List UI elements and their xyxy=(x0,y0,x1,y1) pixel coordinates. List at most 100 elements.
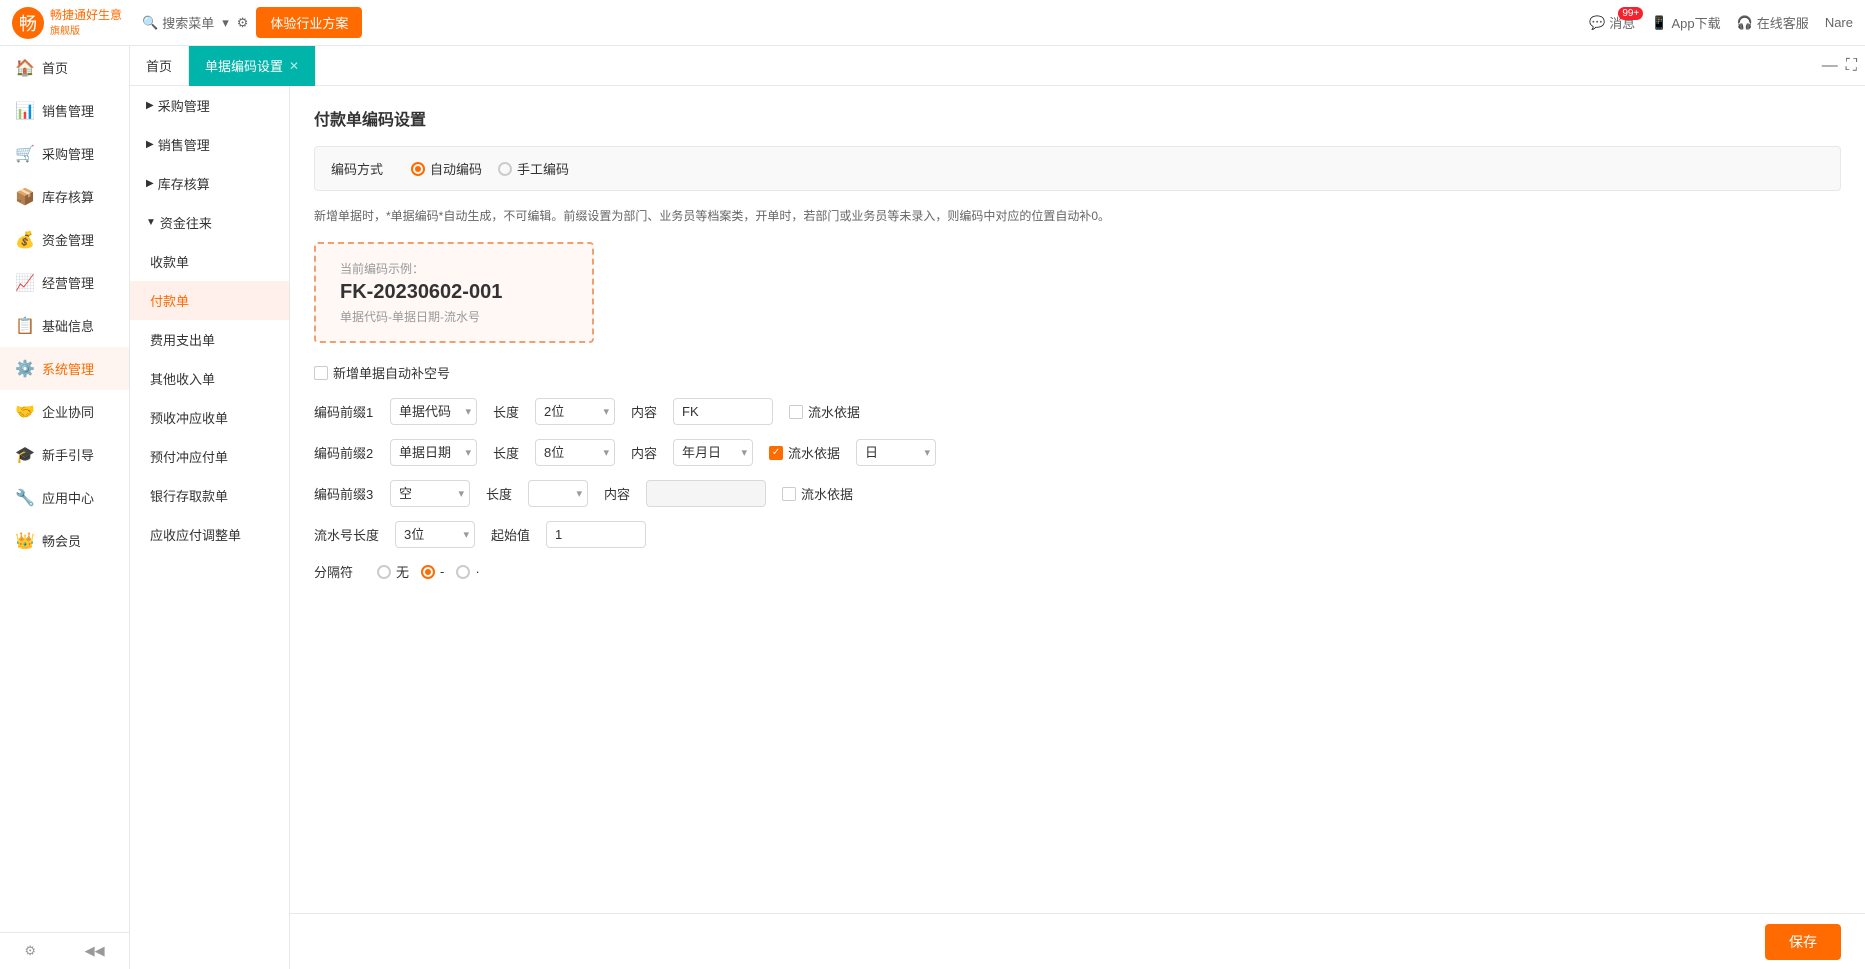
prefix1-select[interactable]: 单据代码 xyxy=(390,398,477,425)
sep-dash-radio[interactable]: - xyxy=(421,564,444,579)
gear-icon[interactable]: ⚙ xyxy=(237,15,249,31)
sidebar-item-label: 基础信息 xyxy=(42,316,94,335)
manual-encode-radio[interactable]: 手工编码 xyxy=(498,159,569,178)
prefix2-content-wrapper[interactable]: 年月日 xyxy=(673,439,753,466)
prefix2-content-label: 内容 xyxy=(631,443,657,462)
serial-length-select[interactable]: 3位 4位 5位 xyxy=(395,521,475,548)
prefix3-length-select[interactable] xyxy=(528,480,588,507)
prefix3-length-wrapper[interactable] xyxy=(528,480,588,507)
sidebar-item-business[interactable]: 📈 经营管理 xyxy=(0,261,129,304)
search-menu[interactable]: 🔍 搜索菜单 xyxy=(142,13,214,32)
sidebar-item-label: 新手引导 xyxy=(42,445,94,464)
sidebar-item-purchase[interactable]: 🛒 采购管理 xyxy=(0,132,129,175)
submenu-inventory-label: 库存核算 xyxy=(158,174,210,193)
prefix1-content-input[interactable] xyxy=(673,398,773,425)
submenu-sales[interactable]: ▶ 销售管理 xyxy=(130,125,289,164)
prefix1-length-wrapper[interactable]: 2位 xyxy=(535,398,615,425)
prefix3-content-input[interactable] xyxy=(646,480,766,507)
submenu-finance[interactable]: ▼ 资金往来 xyxy=(130,203,289,242)
submenu-finance-label: 资金往来 xyxy=(160,213,212,232)
tab-home[interactable]: 首页 xyxy=(130,46,189,86)
prefix2-select[interactable]: 单据日期 xyxy=(390,439,477,466)
submenu-purchase[interactable]: ▶ 采购管理 xyxy=(130,86,289,125)
submenu-adjustment[interactable]: 应收应付调整单 xyxy=(130,515,289,554)
prefix2-length-select[interactable]: 8位 xyxy=(535,439,615,466)
submenu-purchase-label: 采购管理 xyxy=(158,96,210,115)
message-area[interactable]: 💬 消息 99+ xyxy=(1589,13,1635,32)
sidebar-item-member[interactable]: 👑 畅会员 xyxy=(0,519,129,562)
prefix2-content-select[interactable]: 年月日 xyxy=(673,439,753,466)
submenu-prepay-pay[interactable]: 预付冲应付单 xyxy=(130,437,289,476)
sidebar-item-finance[interactable]: 💰 资金管理 xyxy=(0,218,129,261)
submenu-expense[interactable]: 费用支出单 xyxy=(130,320,289,359)
prefix2-serial-checkbox[interactable]: ✓ 流水依据 xyxy=(769,443,840,462)
sep-dash-circle xyxy=(421,565,435,579)
tab-encode-settings[interactable]: 单据编码设置 ✕ xyxy=(189,46,316,86)
sidebar-item-apps[interactable]: 🔧 应用中心 xyxy=(0,476,129,519)
sidebar-item-system[interactable]: ⚙️ 系统管理 xyxy=(0,347,129,390)
submenu-bank[interactable]: 银行存取款单 xyxy=(130,476,289,515)
trial-btn[interactable]: 体验行业方案 xyxy=(256,7,362,38)
sidebar-item-inventory[interactable]: 📦 库存核算 xyxy=(0,175,129,218)
member-icon: 👑 xyxy=(16,532,34,550)
serial-start-input[interactable] xyxy=(546,521,646,548)
submenu-prepay-recv[interactable]: 预收冲应收单 xyxy=(130,398,289,437)
sidebar-item-sales[interactable]: 📊 销售管理 xyxy=(0,89,129,132)
auto-fill-checkbox[interactable]: 新增单据自动补空号 xyxy=(314,363,1841,382)
submenu-payment-label: 付款单 xyxy=(150,291,189,310)
sep-none-radio[interactable]: 无 xyxy=(377,562,409,581)
sidebar-bottom: ⚙ ◀◀ xyxy=(0,932,129,969)
dropdown-toggle[interactable]: ▾ xyxy=(222,15,229,31)
sidebar-item-collab[interactable]: 🤝 企业协同 xyxy=(0,390,129,433)
prefix1-serial-checkbox[interactable]: 流水依据 xyxy=(789,402,860,421)
sep-dot-radio[interactable]: · xyxy=(456,564,479,579)
message-badge: 99+ xyxy=(1618,7,1643,20)
tab-home-label: 首页 xyxy=(146,56,172,75)
prefix1-length-select[interactable]: 2位 xyxy=(535,398,615,425)
submenu-payment[interactable]: 付款单 xyxy=(130,281,289,320)
settings-icon[interactable]: ⚙ xyxy=(24,943,36,959)
search-label: 搜索菜单 xyxy=(162,13,214,32)
page-area: 付款单编码设置 编码方式 自动编码 手工编码 新增单据时，*单据编码*自动生成，… xyxy=(290,86,1865,969)
tab-close-icon[interactable]: ✕ xyxy=(289,59,299,73)
prefix2-unit-select[interactable]: 日 月 年 xyxy=(856,439,936,466)
user-area[interactable]: Nare xyxy=(1825,15,1853,30)
sidebar-item-label: 畅会员 xyxy=(42,531,81,550)
auto-encode-radio[interactable]: 自动编码 xyxy=(411,159,482,178)
auto-encode-radio-circle xyxy=(411,162,425,176)
tab-expand-btn[interactable]: ⛶ xyxy=(1846,57,1857,75)
app-download-area[interactable]: 📱 App下载 xyxy=(1651,13,1720,32)
submenu-prepay-pay-label: 预付冲应付单 xyxy=(150,447,228,466)
sidebar-item-basic[interactable]: 📋 基础信息 xyxy=(0,304,129,347)
prefix3-select-wrapper[interactable]: 空 xyxy=(390,480,470,507)
search-icon: 🔍 xyxy=(142,15,158,31)
online-service-area[interactable]: 🎧 在线客服 xyxy=(1737,13,1809,32)
prefix1-select-wrapper[interactable]: 单据代码 xyxy=(390,398,477,425)
logo-text: 畅捷通好生意 xyxy=(50,8,122,22)
prefix2-select-wrapper[interactable]: 单据日期 xyxy=(390,439,477,466)
manual-encode-radio-circle xyxy=(498,162,512,176)
tab-minimize-btn[interactable]: — xyxy=(1822,57,1838,75)
sidebar-item-label: 经营管理 xyxy=(42,273,94,292)
prefix2-length-label: 长度 xyxy=(493,443,519,462)
collapse-icon[interactable]: ◀◀ xyxy=(85,943,105,959)
save-button[interactable]: 保存 xyxy=(1765,924,1841,960)
logo-text-area: 畅捷通好生意 旗舰版 xyxy=(50,8,122,37)
prefix3-serial-checkbox[interactable]: 流水依据 xyxy=(782,484,853,503)
auto-encode-label: 自动编码 xyxy=(430,159,482,178)
submenu-other-income[interactable]: 其他收入单 xyxy=(130,359,289,398)
sep-none-label: 无 xyxy=(396,562,409,581)
sidebar-item-home[interactable]: 🏠 首页 xyxy=(0,46,129,89)
user-name: Nare xyxy=(1825,15,1853,30)
tab-bar: 首页 单据编码设置 ✕ — ⛶ xyxy=(130,46,1865,86)
prefix1-serial-label: 流水依据 xyxy=(808,402,860,421)
prefix2-length-wrapper[interactable]: 8位 xyxy=(535,439,615,466)
tab-encode-label: 单据编码设置 xyxy=(205,56,283,75)
serial-length-wrapper[interactable]: 3位 4位 5位 xyxy=(395,521,475,548)
submenu-receipt[interactable]: 收款单 xyxy=(130,242,289,281)
sidebar-item-guide[interactable]: 🎓 新手引导 xyxy=(0,433,129,476)
prefix2-unit-wrapper[interactable]: 日 月 年 xyxy=(856,439,936,466)
submenu-inventory[interactable]: ▶ 库存核算 xyxy=(130,164,289,203)
separator-label: 分隔符 xyxy=(314,562,353,581)
prefix3-select[interactable]: 空 xyxy=(390,480,470,507)
